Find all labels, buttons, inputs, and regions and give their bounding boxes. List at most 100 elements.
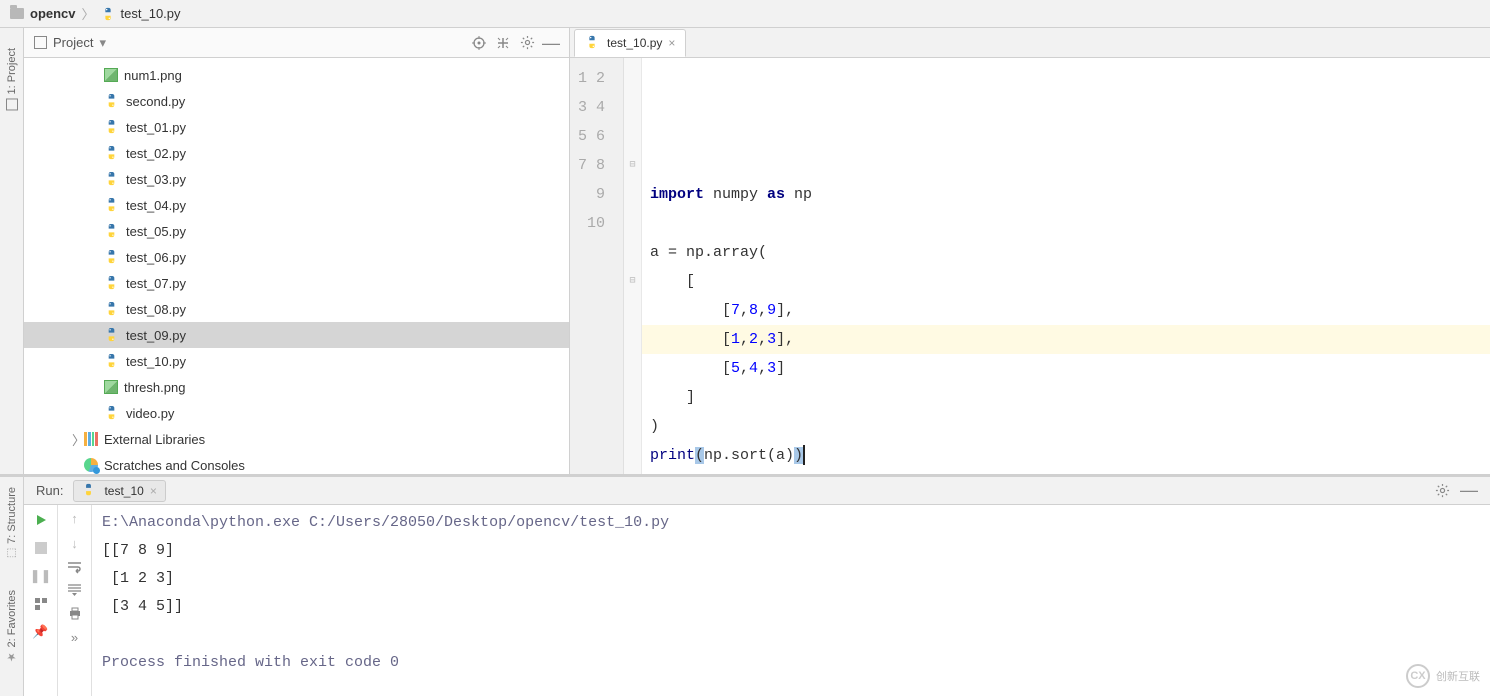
editor-body[interactable]: 1 2 3 4 5 6 7 8 9 10 ⊟⊟ import numpy as … [570,58,1490,474]
gear-icon[interactable] [519,35,535,51]
python-file-icon [101,7,115,21]
tree-item[interactable]: num1.png [24,62,569,88]
editor-tabs: test_10.py × [570,28,1490,58]
tree-item-label: second.py [126,94,185,109]
python-file-icon [104,171,120,187]
tree-item-label: External Libraries [104,432,205,447]
stop-icon[interactable] [32,539,50,557]
hide-icon[interactable]: — [1460,480,1478,501]
text-caret [803,445,805,465]
tree-item[interactable]: test_10.py [24,348,569,374]
python-file-icon [104,93,120,109]
scroll-end-icon[interactable] [67,584,82,597]
locate-icon[interactable] [471,35,487,51]
bottom-pane: ⬚ 7: Structure ★ 2: Favorites Run: test_… [0,474,1490,696]
python-file-icon [104,275,120,291]
library-icon [84,432,98,446]
tree-item-label: test_08.py [126,302,186,317]
tree-item[interactable]: test_03.py [24,166,569,192]
tree-item-label: video.py [126,406,174,421]
close-tab-icon[interactable]: × [668,36,675,50]
console-output-line: [1 2 3] [102,570,174,587]
expand-icon[interactable] [495,35,511,51]
up-icon[interactable]: ↑ [71,511,78,526]
folder-icon [10,8,24,19]
tree-item-label: test_03.py [126,172,186,187]
project-rail-icon [6,98,18,110]
breadcrumb-separator: 〉 [82,4,95,23]
pause-icon[interactable]: ❚❚ [32,567,50,585]
tree-item-label: thresh.png [124,380,185,395]
hide-icon[interactable]: — [543,35,559,51]
tree-item[interactable]: test_02.py [24,140,569,166]
tree-item[interactable]: test_05.py [24,218,569,244]
tree-item-label: test_06.py [126,250,186,265]
softwrap-icon[interactable] [67,561,82,574]
tree-item[interactable]: test_06.py [24,244,569,270]
line-gutter: 1 2 3 4 5 6 7 8 9 10 [570,58,624,474]
scratches-consoles[interactable]: Scratches and Consoles [24,452,569,474]
tab-label: test_10.py [607,36,662,50]
rerun-icon[interactable] [32,511,50,529]
close-run-tab-icon[interactable]: × [150,484,157,498]
left-tool-rail-bottom: ⬚ 7: Structure ★ 2: Favorites [0,477,24,696]
python-file-icon [104,301,120,317]
tree-item[interactable]: test_08.py [24,296,569,322]
code-area[interactable]: import numpy as np a = np.array( [ [7,8,… [642,58,1490,474]
favorites-tool-tab[interactable]: ★ 2: Favorites [5,590,18,664]
editor-tab[interactable]: test_10.py × [574,29,686,57]
structure-tool-tab[interactable]: ⬚ 7: Structure [5,487,18,560]
pin-icon[interactable]: 📌 [32,623,50,641]
tree-item[interactable]: second.py [24,88,569,114]
console-command: E:\Anaconda\python.exe C:/Users/28050/De… [102,514,669,531]
tree-item-label: test_09.py [126,328,186,343]
left-tool-rail: 1: Project [0,28,24,474]
project-pane: Project ▾ — num1.png second.py test_01.pyt… [24,28,570,474]
tree-item-label: test_05.py [126,224,186,239]
console-output-line: [3 4 5]] [102,598,183,615]
project-pane-header: Project ▾ — [24,28,569,58]
tree-item[interactable]: test_04.py [24,192,569,218]
run-header: Run: test_10 × — [24,477,1490,505]
breadcrumb-file[interactable]: test_10.py [121,6,181,21]
editor-pane: test_10.py × 1 2 3 4 5 6 7 8 9 10 ⊟⊟ imp… [570,28,1490,474]
python-file-icon [104,249,120,265]
tree-item-label: test_01.py [126,120,186,135]
python-icon [82,483,98,499]
gear-icon[interactable] [1435,483,1450,498]
tree-item[interactable]: test_09.py [24,322,569,348]
chevron-right-icon: 〉 [72,430,82,449]
breadcrumb: opencv 〉 test_10.py [0,0,1490,28]
image-file-icon [104,68,118,82]
console-output-line: [[7 8 9] [102,542,174,559]
python-file-icon [104,119,120,135]
run-toolbar-1: ❚❚ 📌 [24,505,58,696]
project-tree[interactable]: num1.png second.py test_01.py test_02.pytes… [24,58,569,474]
python-file-icon [585,35,601,51]
python-file-icon [104,197,120,213]
tree-item[interactable]: video.py [24,400,569,426]
fold-gutter: ⊟⊟ [624,58,642,474]
tree-item-label: test_04.py [126,198,186,213]
down-icon[interactable]: ↓ [71,536,78,551]
watermark-logo-icon: CX [1406,664,1430,688]
tree-item-label: test_07.py [126,276,186,291]
tree-item[interactable]: test_01.py [24,114,569,140]
tree-item-label: test_02.py [126,146,186,161]
run-config-tab[interactable]: test_10 × [73,480,165,502]
print-icon[interactable] [68,607,82,620]
layout-icon[interactable] [32,595,50,613]
breadcrumb-folder[interactable]: opencv [30,6,76,21]
more-icon[interactable]: » [71,630,78,645]
external-libraries[interactable]: 〉 External Libraries [24,426,569,452]
tree-item[interactable]: thresh.png [24,374,569,400]
image-file-icon [104,380,118,394]
project-tool-tab[interactable]: 1: Project [6,48,18,110]
python-file-icon [104,327,120,343]
tree-item[interactable]: test_07.py [24,270,569,296]
project-header-icon [34,36,47,49]
watermark: CX 创新互联 [1406,664,1480,688]
dropdown-icon[interactable]: ▾ [99,35,106,51]
run-console[interactable]: E:\Anaconda\python.exe C:/Users/28050/De… [92,505,1490,696]
python-file-icon [104,405,120,421]
